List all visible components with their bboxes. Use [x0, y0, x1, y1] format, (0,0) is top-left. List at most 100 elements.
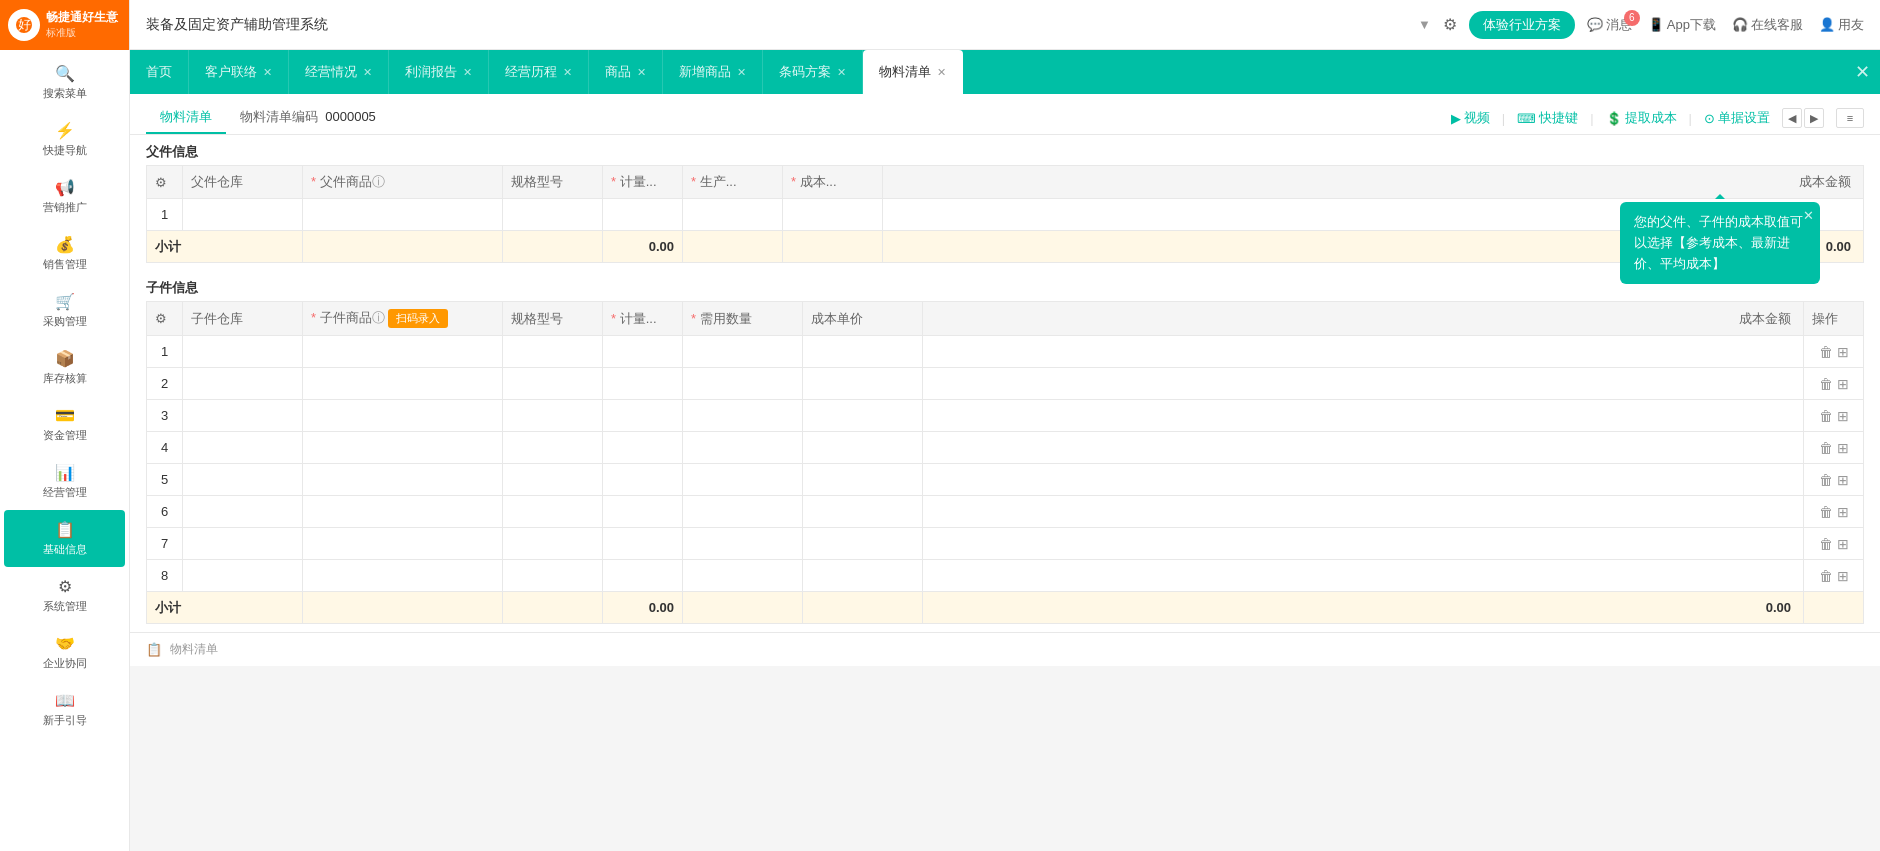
child-unitprice-cell-5[interactable] — [803, 496, 923, 528]
delete-icon[interactable]: 🗑 — [1819, 504, 1833, 520]
tab-customer[interactable]: 客户联络✕ — [189, 50, 289, 94]
child-product-cell-0[interactable] — [303, 336, 503, 368]
child-unit-cell-5[interactable] — [603, 496, 683, 528]
sidebar-item-guide[interactable]: 📖新手引导 — [0, 681, 129, 738]
delete-icon[interactable]: 🗑 — [1819, 568, 1833, 584]
next-arrow[interactable]: ▶ — [1804, 108, 1824, 128]
sidebar-item-purchase[interactable]: 🛒采购管理 — [0, 282, 129, 339]
sidebar-item-management[interactable]: 📊经营管理 — [0, 453, 129, 510]
tab-home[interactable]: 首页 — [130, 50, 189, 94]
child-product-cell-7[interactable] — [303, 560, 503, 592]
child-unitprice-cell-2[interactable] — [803, 400, 923, 432]
child-spec-cell-0[interactable] — [503, 336, 603, 368]
child-product-cell-1[interactable] — [303, 368, 503, 400]
parent-produce-cell[interactable] — [683, 199, 783, 231]
sidebar-item-marketing[interactable]: 📢营销推广 — [0, 168, 129, 225]
child-warehouse-cell-1[interactable] — [183, 368, 303, 400]
copy-icon[interactable]: ⊞ — [1837, 536, 1849, 552]
single-settings-btn[interactable]: ⊙ 单据设置 — [1704, 109, 1770, 127]
tab-close-icon[interactable]: ✕ — [937, 66, 946, 79]
tab-profit[interactable]: 利润报告✕ — [389, 50, 489, 94]
message-icon-container[interactable]: 💬 消息 6 — [1587, 16, 1632, 34]
child-unit-cell-4[interactable] — [603, 464, 683, 496]
child-qty-cell-7[interactable] — [683, 560, 803, 592]
child-warehouse-cell-2[interactable] — [183, 400, 303, 432]
child-unit-cell-3[interactable] — [603, 432, 683, 464]
child-spec-cell-7[interactable] — [503, 560, 603, 592]
child-unitprice-cell-3[interactable] — [803, 432, 923, 464]
child-spec-cell-1[interactable] — [503, 368, 603, 400]
tab-products[interactable]: 商品✕ — [589, 50, 663, 94]
delete-icon[interactable]: 🗑 — [1819, 472, 1833, 488]
child-qty-cell-6[interactable] — [683, 528, 803, 560]
delete-icon[interactable]: 🗑 — [1819, 408, 1833, 424]
child-warehouse-cell-4[interactable] — [183, 464, 303, 496]
child-unitprice-cell-1[interactable] — [803, 368, 923, 400]
parent-unit-cell[interactable] — [603, 199, 683, 231]
child-unit-cell-7[interactable] — [603, 560, 683, 592]
child-spec-cell-6[interactable] — [503, 528, 603, 560]
child-unit-cell-0[interactable] — [603, 336, 683, 368]
delete-icon[interactable]: 🗑 — [1819, 536, 1833, 552]
copy-icon[interactable]: ⊞ — [1837, 408, 1849, 424]
child-qty-cell-4[interactable] — [683, 464, 803, 496]
tab-close-icon[interactable]: ✕ — [463, 66, 472, 79]
cost-btn[interactable]: 💲 提取成本 — [1606, 109, 1677, 127]
copy-icon[interactable]: ⊞ — [1837, 472, 1849, 488]
child-warehouse-cell-6[interactable] — [183, 528, 303, 560]
sidebar-item-system[interactable]: ⚙系统管理 — [0, 567, 129, 624]
online-service[interactable]: 🎧 在线客服 — [1732, 16, 1803, 34]
child-unit-cell-6[interactable] — [603, 528, 683, 560]
child-spec-cell-2[interactable] — [503, 400, 603, 432]
trial-button[interactable]: 体验行业方案 — [1469, 11, 1575, 39]
copy-icon[interactable]: ⊞ — [1837, 568, 1849, 584]
parent-col-settings[interactable]: ⚙ — [147, 166, 183, 199]
child-product-cell-6[interactable] — [303, 528, 503, 560]
copy-icon[interactable]: ⊞ — [1837, 504, 1849, 520]
copy-icon[interactable]: ⊞ — [1837, 440, 1849, 456]
child-qty-cell-5[interactable] — [683, 496, 803, 528]
sidebar-item-sales[interactable]: 💰销售管理 — [0, 225, 129, 282]
tab-bom[interactable]: 物料清单✕ — [863, 50, 963, 94]
app-download[interactable]: 📱 App下载 — [1648, 16, 1716, 34]
scan-input-btn[interactable]: 扫码录入 — [388, 309, 448, 328]
child-unit-cell-1[interactable] — [603, 368, 683, 400]
delete-icon[interactable]: 🗑 — [1819, 344, 1833, 360]
child-product-cell-3[interactable] — [303, 432, 503, 464]
user-menu[interactable]: 👤 用友 — [1819, 16, 1864, 34]
settings-icon[interactable]: ⚙ — [1443, 15, 1457, 34]
child-product-cell-5[interactable] — [303, 496, 503, 528]
tab-operation[interactable]: 经营情况✕ — [289, 50, 389, 94]
child-qty-cell-1[interactable] — [683, 368, 803, 400]
child-unit-cell-2[interactable] — [603, 400, 683, 432]
sub-tab-bom-code[interactable]: 物料清单编码 0000005 — [226, 102, 390, 134]
child-unitprice-cell-0[interactable] — [803, 336, 923, 368]
child-warehouse-cell-7[interactable] — [183, 560, 303, 592]
close-all-tabs[interactable]: ✕ — [1845, 61, 1880, 83]
child-warehouse-cell-5[interactable] — [183, 496, 303, 528]
sidebar-item-finance[interactable]: 💳资金管理 — [0, 396, 129, 453]
copy-icon[interactable]: ⊞ — [1837, 376, 1849, 392]
child-qty-cell-3[interactable] — [683, 432, 803, 464]
dropdown-arrow-icon[interactable]: ▼ — [1418, 17, 1431, 32]
sidebar-item-search[interactable]: 🔍搜索菜单 — [0, 54, 129, 111]
delete-icon[interactable]: 🗑 — [1819, 376, 1833, 392]
tab-close-icon[interactable]: ✕ — [737, 66, 746, 79]
child-unitprice-cell-7[interactable] — [803, 560, 923, 592]
delete-icon[interactable]: 🗑 — [1819, 440, 1833, 456]
grid-view-btn[interactable]: ≡ — [1836, 108, 1864, 128]
tab-close-icon[interactable]: ✕ — [363, 66, 372, 79]
sidebar-item-cooperation[interactable]: 🤝企业协同 — [0, 624, 129, 681]
tab-barcode[interactable]: 条码方案✕ — [763, 50, 863, 94]
view-btn[interactable]: ▶ 视频 — [1451, 109, 1490, 127]
child-qty-cell-2[interactable] — [683, 400, 803, 432]
child-spec-cell-3[interactable] — [503, 432, 603, 464]
child-product-cell-2[interactable] — [303, 400, 503, 432]
child-product-cell-4[interactable] — [303, 464, 503, 496]
child-qty-cell-0[interactable] — [683, 336, 803, 368]
parent-spec-cell[interactable] — [503, 199, 603, 231]
tab-close-icon[interactable]: ✕ — [563, 66, 572, 79]
child-spec-cell-4[interactable] — [503, 464, 603, 496]
tooltip-close-btn[interactable]: ✕ — [1803, 206, 1814, 227]
child-spec-cell-5[interactable] — [503, 496, 603, 528]
